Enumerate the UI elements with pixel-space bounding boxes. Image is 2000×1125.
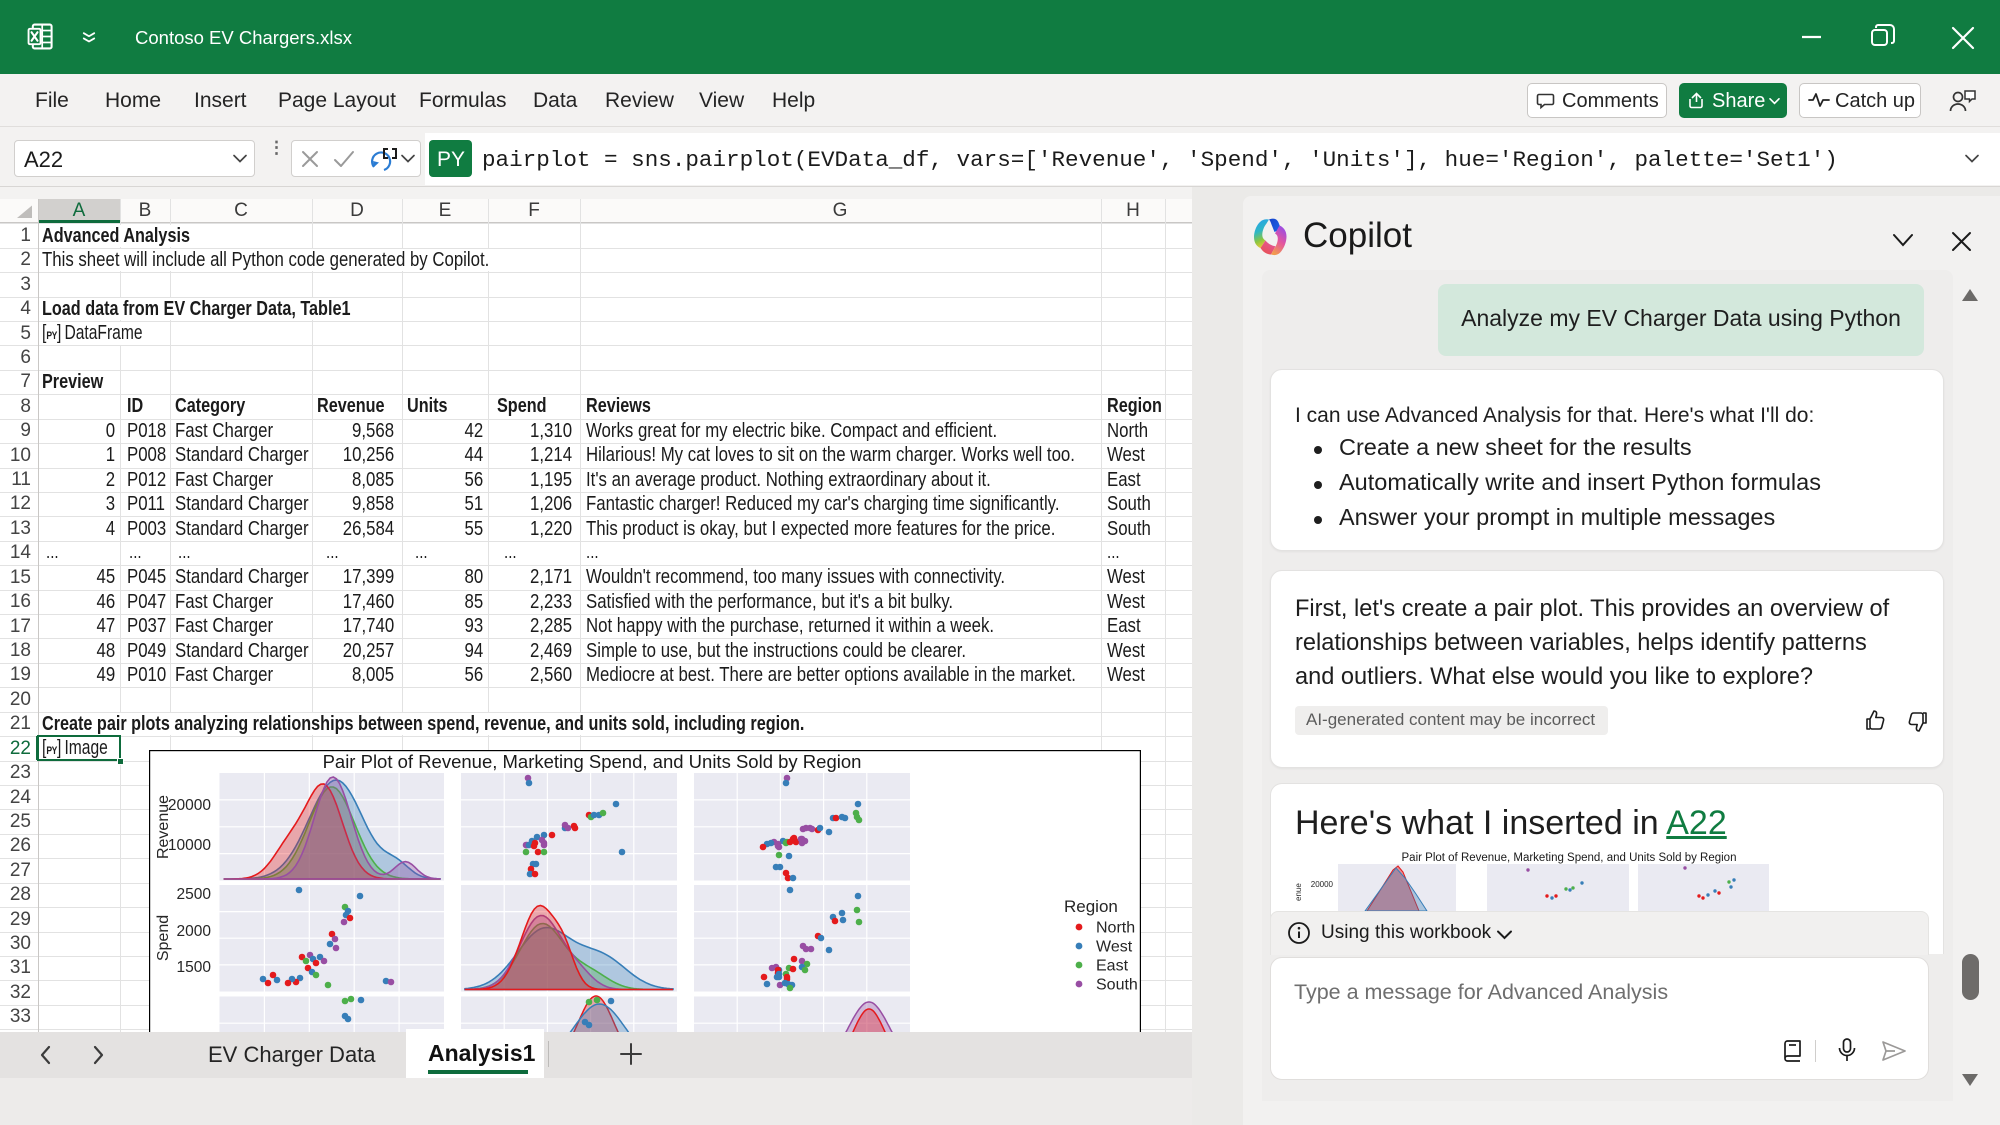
svg-text:2500: 2500 xyxy=(177,886,212,903)
svg-text:20000: 20000 xyxy=(1311,880,1334,889)
svg-text:Region: Region xyxy=(1064,897,1118,916)
svg-text:Spend: Spend xyxy=(155,915,172,961)
svg-text:West: West xyxy=(1096,939,1133,956)
svg-text:Pair Plot of Revenue, Marketin: Pair Plot of Revenue, Marketing Spend, a… xyxy=(1402,852,1737,864)
svg-text:North: North xyxy=(1096,920,1135,937)
svg-text:Pair Plot of Revenue, Marketin: Pair Plot of Revenue, Marketing Spend, a… xyxy=(323,751,862,772)
svg-text:10000: 10000 xyxy=(168,837,211,854)
svg-text:1500: 1500 xyxy=(177,959,212,976)
svg-text:2000: 2000 xyxy=(177,923,212,940)
svg-text:East: East xyxy=(1096,958,1129,975)
svg-text:20000: 20000 xyxy=(168,797,211,814)
svg-text:Revenue: Revenue xyxy=(155,795,172,859)
svg-text:South: South xyxy=(1096,977,1138,994)
svg-text:enue: enue xyxy=(1294,883,1303,901)
